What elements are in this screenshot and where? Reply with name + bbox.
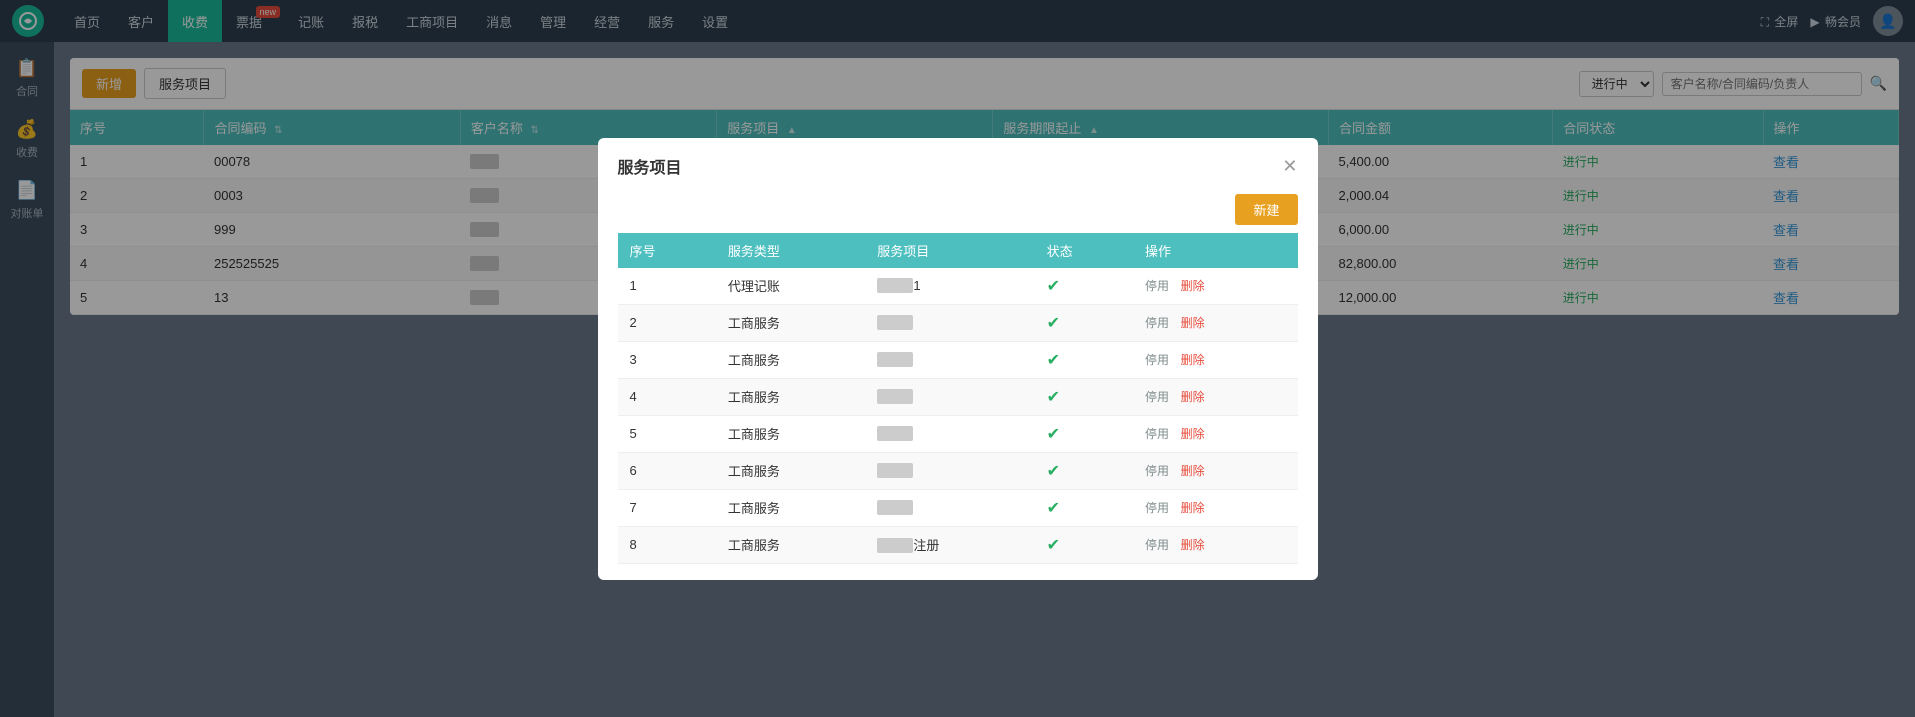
modal-col-type: 服务类型 [716,233,865,268]
modal-table-row: 4 工商服务 ✔ 停用 删除 [618,378,1298,415]
stop-button[interactable]: 停用 [1145,279,1169,293]
modal-cell-status: ✔ [1035,268,1133,305]
stop-button[interactable]: 停用 [1145,390,1169,404]
modal-toolbar: 新建 [598,186,1318,233]
modal-cell-action: 停用 删除 [1133,526,1298,563]
stop-button[interactable]: 停用 [1145,501,1169,515]
delete-button[interactable]: 删除 [1181,390,1205,404]
modal-cell-status: ✔ [1035,526,1133,563]
modal-title: 服务项目 [618,154,682,178]
modal-overlay[interactable]: 服务项目 ✕ 新建 序号 服务类型 服务项目 状态 [54,42,1915,717]
modal-table-header: 序号 服务类型 服务项目 状态 操作 [618,233,1298,268]
modal-col-action: 操作 [1133,233,1298,268]
modal-close-button[interactable]: ✕ [1282,157,1297,175]
modal-cell-action: 停用 删除 [1133,378,1298,415]
modal-cell-type: 工商服务 [716,341,865,378]
modal-col-project: 服务项目 [865,233,1034,268]
main-content: 新增 服务项目 进行中 已完成 已终止 🔍 序号 合同编 [54,42,1915,717]
modal-cell-type: 工商服务 [716,304,865,341]
blurred-project [877,352,913,367]
delete-button[interactable]: 删除 [1181,464,1205,478]
main-layout: 📋 合同 💰 收费 📄 对账单 新增 服务项目 进行中 已完成 已终止 [0,42,1915,717]
modal-col-status: 状态 [1035,233,1133,268]
service-modal: 服务项目 ✕ 新建 序号 服务类型 服务项目 状态 [598,138,1318,580]
status-active-icon: ✔ [1047,389,1060,406]
delete-button[interactable]: 删除 [1181,427,1205,441]
modal-table: 序号 服务类型 服务项目 状态 操作 1 代理记账 1 ✔ 停用 删除 [618,233,1298,564]
modal-table-row: 6 工商服务 ✔ 停用 删除 [618,452,1298,489]
blurred-project [877,315,913,330]
delete-button[interactable]: 删除 [1181,501,1205,515]
modal-cell-project [865,415,1034,452]
modal-cell-type: 工商服务 [716,452,865,489]
modal-cell-no: 4 [618,378,716,415]
modal-table-body: 1 代理记账 1 ✔ 停用 删除 2 工商服务 ✔ 停用 删除 3 工商服务 ✔… [618,268,1298,564]
stop-button[interactable]: 停用 [1145,353,1169,367]
status-active-icon: ✔ [1047,463,1060,480]
modal-cell-no: 8 [618,526,716,563]
modal-new-button[interactable]: 新建 [1235,194,1297,225]
stop-button[interactable]: 停用 [1145,316,1169,330]
modal-header: 服务项目 ✕ [598,138,1318,186]
stop-button[interactable]: 停用 [1145,538,1169,552]
modal-cell-project [865,452,1034,489]
modal-cell-project: 注册 [865,526,1034,563]
blurred-project [877,538,913,553]
modal-table-row: 3 工商服务 ✔ 停用 删除 [618,341,1298,378]
modal-cell-status: ✔ [1035,489,1133,526]
modal-table-row: 7 工商服务 ✔ 停用 删除 [618,489,1298,526]
modal-table-row: 1 代理记账 1 ✔ 停用 删除 [618,268,1298,305]
modal-table-row: 2 工商服务 ✔ 停用 删除 [618,304,1298,341]
modal-cell-no: 6 [618,452,716,489]
modal-table-row: 5 工商服务 ✔ 停用 删除 [618,415,1298,452]
delete-button[interactable]: 删除 [1181,279,1205,293]
delete-button[interactable]: 删除 [1181,316,1205,330]
modal-cell-status: ✔ [1035,452,1133,489]
modal-cell-type: 工商服务 [716,489,865,526]
modal-cell-action: 停用 删除 [1133,489,1298,526]
modal-cell-no: 2 [618,304,716,341]
modal-cell-status: ✔ [1035,378,1133,415]
modal-cell-action: 停用 删除 [1133,304,1298,341]
modal-cell-no: 7 [618,489,716,526]
modal-cell-no: 1 [618,268,716,305]
blurred-project [877,500,913,515]
modal-cell-action: 停用 删除 [1133,268,1298,305]
status-active-icon: ✔ [1047,352,1060,369]
modal-table-wrap: 序号 服务类型 服务项目 状态 操作 1 代理记账 1 ✔ 停用 删除 [598,233,1318,580]
modal-cell-project [865,341,1034,378]
delete-button[interactable]: 删除 [1181,353,1205,367]
modal-cell-type: 工商服务 [716,415,865,452]
blurred-project [877,426,913,441]
status-active-icon: ✔ [1047,315,1060,332]
modal-cell-action: 停用 删除 [1133,415,1298,452]
modal-cell-status: ✔ [1035,415,1133,452]
blurred-project [877,389,913,404]
status-active-icon: ✔ [1047,278,1060,295]
blurred-project [877,278,913,293]
modal-cell-project [865,489,1034,526]
modal-cell-action: 停用 删除 [1133,341,1298,378]
stop-button[interactable]: 停用 [1145,464,1169,478]
modal-cell-project: 1 [865,268,1034,305]
blurred-project [877,463,913,478]
stop-button[interactable]: 停用 [1145,427,1169,441]
modal-table-row: 8 工商服务 注册 ✔ 停用 删除 [618,526,1298,563]
status-active-icon: ✔ [1047,537,1060,554]
modal-cell-type: 代理记账 [716,268,865,305]
status-active-icon: ✔ [1047,500,1060,517]
status-active-icon: ✔ [1047,426,1060,443]
modal-col-no: 序号 [618,233,716,268]
delete-button[interactable]: 删除 [1181,538,1205,552]
modal-cell-project [865,378,1034,415]
modal-cell-no: 3 [618,341,716,378]
modal-cell-no: 5 [618,415,716,452]
modal-cell-action: 停用 删除 [1133,452,1298,489]
modal-cell-project [865,304,1034,341]
modal-cell-type: 工商服务 [716,526,865,563]
modal-cell-status: ✔ [1035,341,1133,378]
modal-cell-status: ✔ [1035,304,1133,341]
modal-cell-type: 工商服务 [716,378,865,415]
